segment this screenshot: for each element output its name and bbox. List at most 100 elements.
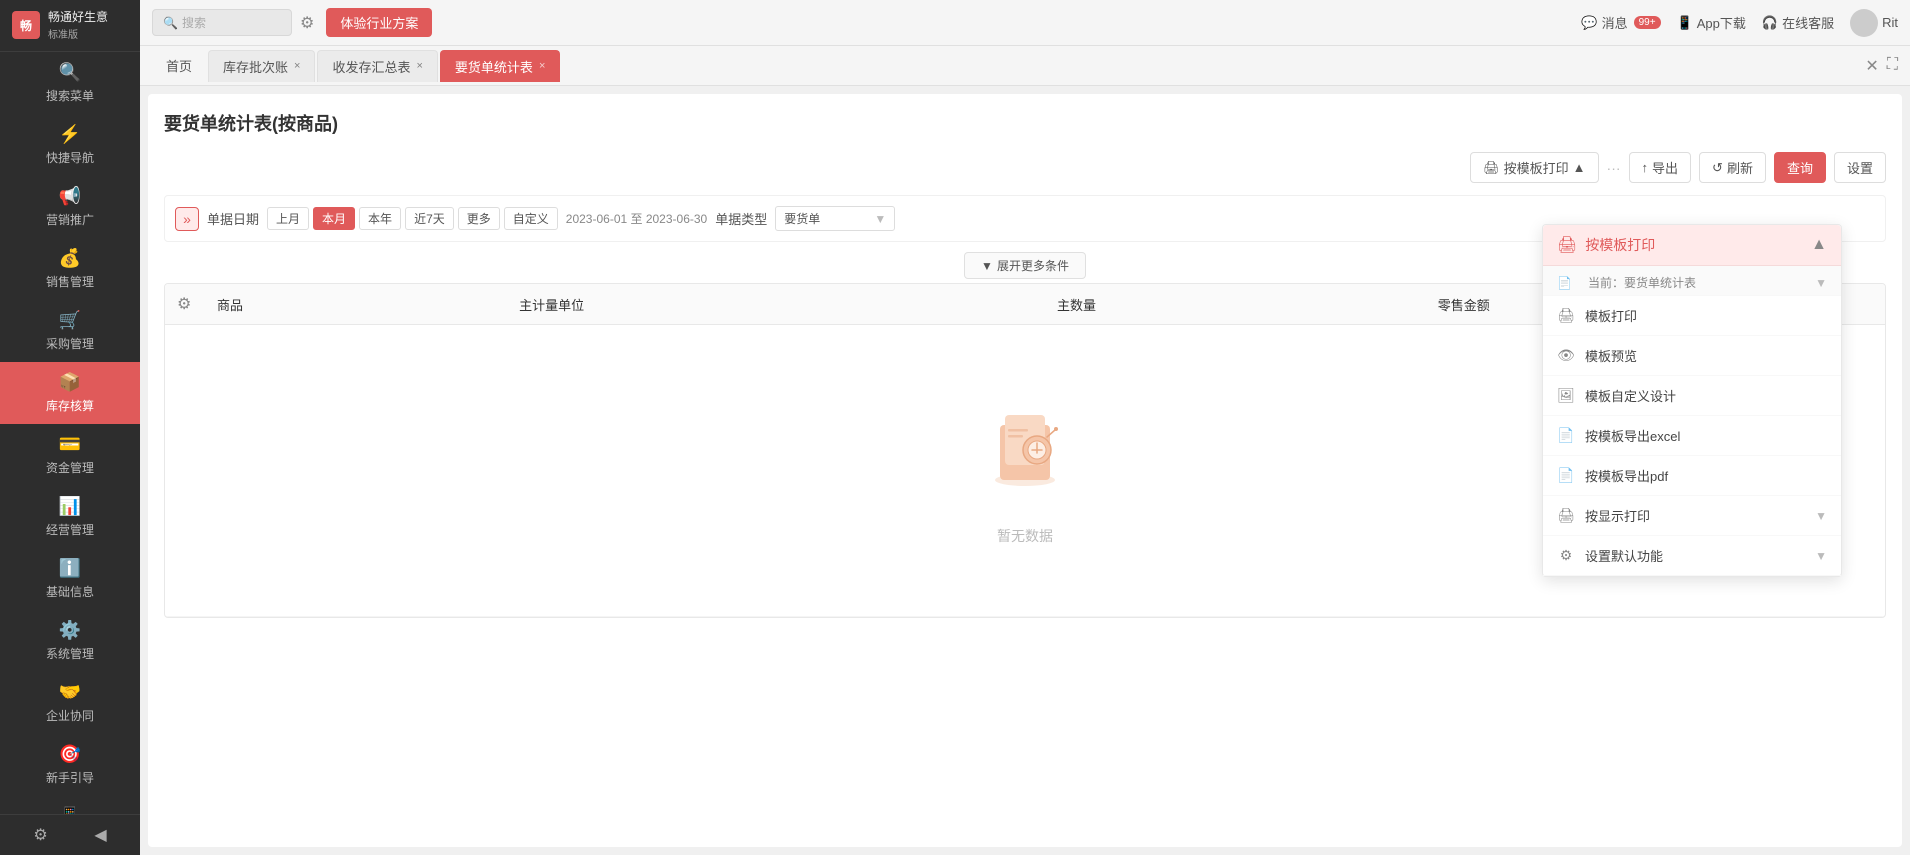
sidebar-item-sales[interactable]: 💰 销售管理 (0, 238, 140, 300)
sidebar-item-label: 系统管理 (46, 645, 94, 662)
table-settings-icon[interactable]: ⚙ (177, 296, 191, 313)
headset-icon: 🎧 (1762, 15, 1778, 31)
sidebar-item-label: 新手引导 (46, 769, 94, 786)
dropdown-header: 🖨 按模板打印 ▲ (1543, 225, 1841, 266)
tab-order-stats[interactable]: 要货单统计表 × (440, 50, 560, 82)
export-excel-icon: 📄 (1557, 427, 1575, 444)
dropdown-item-template-print[interactable]: 🖨 模板打印 (1543, 296, 1841, 336)
apps-icon: 📱 (59, 806, 81, 814)
date-filter-label: 单据日期 (207, 209, 259, 228)
col-product: 商品 (205, 284, 507, 325)
query-btn[interactable]: 查询 (1774, 152, 1826, 183)
sidebar-item-marketing[interactable]: 📢 营销推广 (0, 176, 140, 238)
date-custom-btn[interactable]: 自定义 (504, 207, 558, 230)
window-expand-icon[interactable]: ⛶ (1887, 56, 1898, 76)
sidebar-item-label: 基础信息 (46, 583, 94, 600)
sidebar-item-operation[interactable]: 📊 经营管理 (0, 486, 140, 548)
tab-order-stats-close[interactable]: × (539, 60, 545, 72)
tab-batch-ledger-close[interactable]: × (294, 60, 300, 72)
sidebar-item-apps[interactable]: 📱 应用中心 (0, 796, 140, 814)
dropdown-item-template-design[interactable]: 🖼 模板自定义设计 (1543, 376, 1841, 416)
sidebar-item-label: 资金管理 (46, 459, 94, 476)
logo-badge: 标准版 (48, 26, 108, 41)
dropdown-item-display-print[interactable]: 🖨 按显示打印 ▼ (1543, 496, 1841, 536)
set-default-arrow-icon: ▼ (1815, 549, 1827, 563)
sidebar-item-purchase[interactable]: 🛒 采购管理 (0, 300, 140, 362)
dropdown-close-icon[interactable]: ▲ (1811, 236, 1827, 254)
sidebar-item-coop[interactable]: 🤝 企业协同 (0, 672, 140, 734)
tab-batch-ledger[interactable]: 库存批次账 × (208, 50, 315, 82)
export-icon: ↑ (1642, 160, 1649, 175)
date-this-month-btn[interactable]: 本月 (313, 207, 355, 230)
tab-order-stats-label: 要货单统计表 (455, 57, 533, 76)
sidebar-item-label: 搜索菜单 (46, 87, 94, 104)
expand-more-btn[interactable]: ▼ 展开更多条件 (964, 252, 1086, 279)
dropdown-item-set-default[interactable]: ⚙ 设置默认功能 ▼ (1543, 536, 1841, 576)
template-design-icon: 🖼 (1557, 387, 1575, 404)
print-dropdown: 🖨 按模板打印 ▲ 📄 当前：要货单统计表 ▼ 🖨 模板打印 👁 模板预览 🖼 (1542, 224, 1842, 577)
topbar: 🔍 搜索 ⚙ 体验行业方案 💬 消息 99+ 📱 App下载 🎧 在线客服 Ri… (140, 0, 1910, 46)
search-icon: 🔍 (163, 16, 178, 30)
empty-icon (975, 395, 1075, 514)
print-btn[interactable]: 🖨 按模板打印 ▲ (1470, 152, 1598, 183)
message-icon: 💬 (1581, 15, 1597, 31)
settings-btn[interactable]: 设置 (1834, 152, 1886, 183)
dropdown-item-export-excel[interactable]: 📄 按模板导出excel (1543, 416, 1841, 456)
filter-expand-btn[interactable]: » (175, 207, 199, 231)
sidebar-item-inventory[interactable]: 📦 库存核算 (0, 362, 140, 424)
sidebar-item-basic[interactable]: ℹ️ 基础信息 (0, 548, 140, 610)
topbar-search[interactable]: 🔍 搜索 (152, 9, 292, 36)
expand-more-icon: ▼ (981, 259, 993, 273)
finance-icon: 💳 (59, 434, 81, 455)
user-profile[interactable]: Rit (1850, 9, 1898, 37)
dropdown-current: 📄 当前：要货单统计表 ▼ (1543, 266, 1841, 296)
set-default-icon: ⚙ (1557, 547, 1575, 564)
chevron-up-icon: ▲ (1573, 160, 1586, 175)
date-last7days-btn[interactable]: 近7天 (405, 207, 454, 230)
page-title: 要货单统计表(按商品) (164, 110, 1886, 136)
inventory-icon: 📦 (59, 372, 81, 393)
template-preview-icon: 👁 (1557, 347, 1575, 364)
export-btn[interactable]: ↑ 导出 (1629, 152, 1692, 183)
marketing-icon: 📢 (59, 186, 81, 207)
sidebar-item-guide[interactable]: 🎯 新手引导 (0, 734, 140, 796)
content-toolbar: 🖨 按模板打印 ▲ ··· ↑ 导出 ↺ 刷新 查询 设置 (164, 152, 1886, 183)
app-download-item[interactable]: 📱 App下载 (1677, 13, 1746, 32)
tab-receipt-summary-close[interactable]: × (416, 60, 422, 72)
collapse-icon[interactable]: ◀ (94, 825, 106, 845)
settings-bottom-icon[interactable]: ⚙ (33, 825, 47, 845)
main-area: 🔍 搜索 ⚙ 体验行业方案 💬 消息 99+ 📱 App下载 🎧 在线客服 Ri… (140, 0, 1910, 855)
logo-icon: 畅 (12, 11, 40, 39)
sidebar-item-label: 营销推广 (46, 211, 94, 228)
sidebar-item-label: 企业协同 (46, 707, 94, 724)
date-more-btn[interactable]: 更多 (458, 207, 500, 230)
window-controls: ✕ ⛶ (1865, 56, 1898, 76)
logo-name: 畅通好生意 (48, 10, 108, 26)
dropdown-item-template-preview[interactable]: 👁 模板预览 (1543, 336, 1841, 376)
tab-batch-ledger-label: 库存批次账 (223, 57, 288, 76)
window-close-icon[interactable]: ✕ (1865, 56, 1878, 76)
content-area: 要货单统计表(按商品) 🖨 按模板打印 ▲ ··· ↑ 导出 ↺ 刷新 查询 设… (148, 94, 1902, 847)
tab-home[interactable]: 首页 (152, 50, 206, 81)
empty-illustration (975, 395, 1075, 495)
dropdown-item-export-pdf[interactable]: 📄 按模板导出pdf (1543, 456, 1841, 496)
sidebar-item-system[interactable]: ⚙️ 系统管理 (0, 610, 140, 672)
col-quantity: 主数量 (1045, 284, 1426, 325)
date-last-month-btn[interactable]: 上月 (267, 207, 309, 230)
refresh-icon: ↺ (1712, 160, 1723, 176)
date-this-year-btn[interactable]: 本年 (359, 207, 401, 230)
sidebar-item-finance[interactable]: 💳 资金管理 (0, 424, 140, 486)
topbar-gear-icon[interactable]: ⚙ (300, 13, 314, 33)
refresh-btn[interactable]: ↺ 刷新 (1699, 152, 1766, 183)
printer-dropdown-icon: 🖨 (1557, 235, 1577, 255)
coop-icon: 🤝 (59, 682, 81, 703)
online-service-item[interactable]: 🎧 在线客服 (1762, 13, 1834, 32)
toolbar-separator-1: ··· (1607, 160, 1621, 176)
type-select[interactable]: 要货单 ▼ (775, 206, 895, 231)
sidebar-item-search[interactable]: 🔍 搜索菜单 (0, 52, 140, 114)
dropdown-title: 按模板打印 (1585, 235, 1655, 255)
trial-btn[interactable]: 体验行业方案 (326, 8, 432, 37)
message-item[interactable]: 💬 消息 99+ (1581, 13, 1660, 32)
tab-receipt-summary[interactable]: 收发存汇总表 × (317, 50, 437, 82)
sidebar-item-quick-nav[interactable]: ⚡ 快捷导航 (0, 114, 140, 176)
